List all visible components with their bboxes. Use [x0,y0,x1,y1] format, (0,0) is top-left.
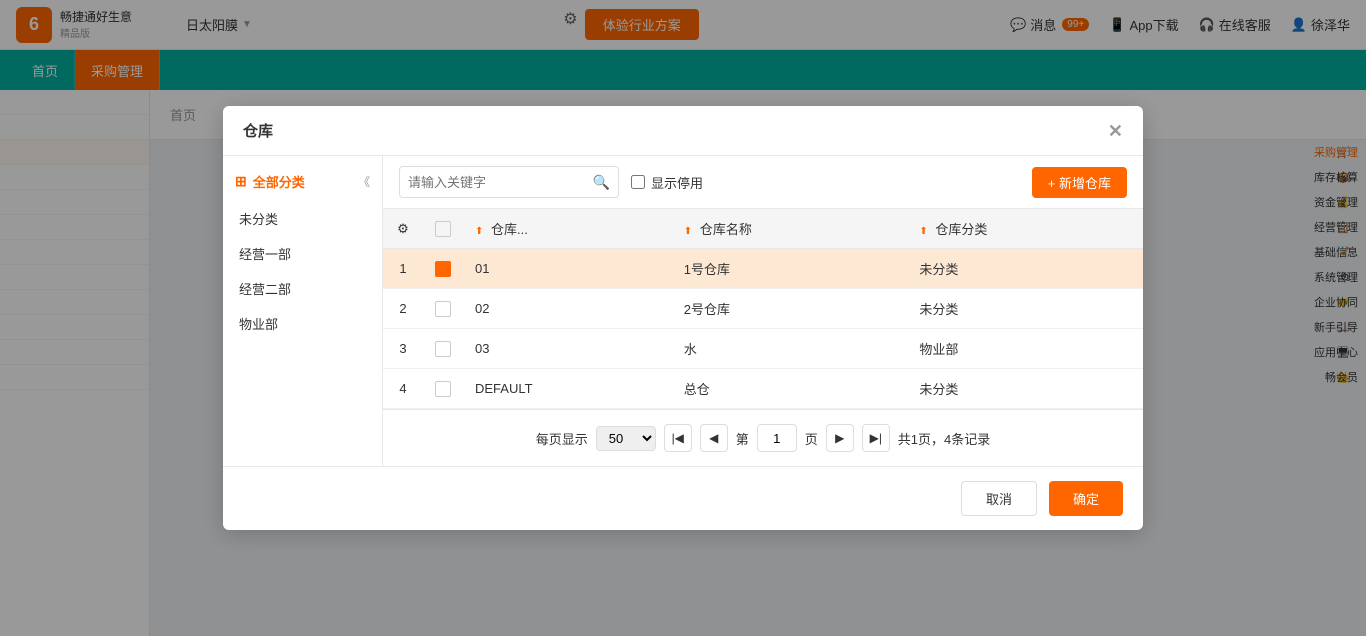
category-header: ⊞ 全部分类 《 [223,166,382,201]
row-code: 03 [463,329,672,369]
show-disabled-checkbox[interactable] [631,175,645,189]
row-name: 总仓 [672,369,908,409]
first-page-button[interactable]: |◀ [664,424,692,452]
row-name: 2号仓库 [672,289,908,329]
collapse-icon[interactable]: 《 [358,173,370,190]
th-name: ⬆ 仓库名称 [672,209,908,249]
row-select-checkbox[interactable] [435,301,451,317]
next-page-button[interactable]: ▶ [826,424,854,452]
prev-page-button[interactable]: ◀ [700,424,728,452]
row-select-checkbox[interactable] [435,381,451,397]
warehouse-table: ⚙ ⬆ 仓库... [383,209,1143,409]
cat-item-ops1[interactable]: 经营一部 [223,236,382,271]
page-number-input[interactable] [757,424,797,452]
main-content: 首页 仓库 ✕ ⊞ 全部分类 [150,90,1366,636]
page-label-prefix: 第 [736,429,749,448]
modal-main-area: 🔍 显示停用 + 新增仓库 [383,156,1143,466]
th-settings: ⚙ [383,209,423,249]
per-page-select[interactable]: 50 100 [596,426,656,451]
row-category: 未分类 [907,249,1143,289]
category-sidebar: ⊞ 全部分类 《 未分类 经营一部 经营二部 [223,156,383,466]
row-name: 1号仓库 [672,249,908,289]
modal-title: 仓库 [243,120,273,141]
table-header-row: ⚙ ⬆ 仓库... [383,209,1143,249]
show-disabled-label[interactable]: 显示停用 [631,173,703,192]
row-name: 水 [672,329,908,369]
total-records: 共1页，4条记录 [898,429,990,448]
row-num: 1 [383,249,423,289]
table-row[interactable]: 2 02 2号 [383,289,1143,329]
grid-icon: ⊞ [235,173,247,190]
page-label-suffix: 页 [805,429,818,448]
table-row[interactable]: 3 03 水 [383,329,1143,369]
row-num: 4 [383,369,423,409]
th-category: ⬆ 仓库分类 [907,209,1143,249]
sort-icon: ⬆ [475,226,483,237]
sort-icon-name: ⬆ [684,226,692,237]
main-layout: 🏠 首页 📊 销售管理 🛒 采购管理 📦 库存核算 💰 资金管理 📋 经营管理 … [0,90,1366,636]
confirm-button[interactable]: 确定 [1049,481,1123,516]
row-code: 02 [463,289,672,329]
row-num: 2 [383,289,423,329]
row-checkbox[interactable] [423,289,463,329]
close-icon[interactable]: ✕ [1108,122,1123,140]
table-row[interactable]: 1 01 1号 [383,249,1143,289]
data-table: ⚙ ⬆ 仓库... [383,209,1143,409]
modal-header: 仓库 ✕ [223,106,1143,156]
search-icon: 🔍 [593,174,610,191]
cancel-button[interactable]: 取消 [961,481,1037,516]
all-categories[interactable]: ⊞ 全部分类 [235,172,305,191]
row-code: 01 [463,249,672,289]
cat-item-ops2[interactable]: 经营二部 [223,271,382,306]
row-category: 未分类 [907,289,1143,329]
th-checkbox [423,209,463,249]
row-checkbox[interactable] [423,329,463,369]
row-checkbox[interactable] [423,249,463,289]
cat-item-property[interactable]: 物业部 [223,306,382,341]
select-all-checkbox[interactable] [435,221,451,237]
th-code: ⬆ 仓库... [463,209,672,249]
modal-overlay: 仓库 ✕ ⊞ 全部分类 《 [150,90,1366,636]
search-box[interactable]: 🔍 [399,166,619,198]
modal-footer: 取消 确定 [223,466,1143,530]
cat-item-unclassified[interactable]: 未分类 [223,201,382,236]
table-row[interactable]: 4 DEFAULT [383,369,1143,409]
modal-toolbar: 🔍 显示停用 + 新增仓库 [383,156,1143,209]
row-num: 3 [383,329,423,369]
column-settings-icon[interactable]: ⚙ [397,221,409,236]
search-input[interactable] [408,175,593,190]
last-page-button[interactable]: ▶| [862,424,890,452]
row-select-checkbox[interactable] [435,341,451,357]
row-checkbox[interactable] [423,369,463,409]
row-select-checkbox[interactable] [435,261,451,277]
pagination: 每页显示 50 100 |◀ ◀ 第 页 ▶ ▶| [383,409,1143,466]
warehouse-modal: 仓库 ✕ ⊞ 全部分类 《 [223,106,1143,530]
add-warehouse-button[interactable]: + 新增仓库 [1032,167,1127,198]
modal-body: ⊞ 全部分类 《 未分类 经营一部 经营二部 [223,156,1143,466]
row-category: 物业部 [907,329,1143,369]
row-code: DEFAULT [463,369,672,409]
row-category: 未分类 [907,369,1143,409]
sort-icon-cat: ⬆ [919,226,927,237]
